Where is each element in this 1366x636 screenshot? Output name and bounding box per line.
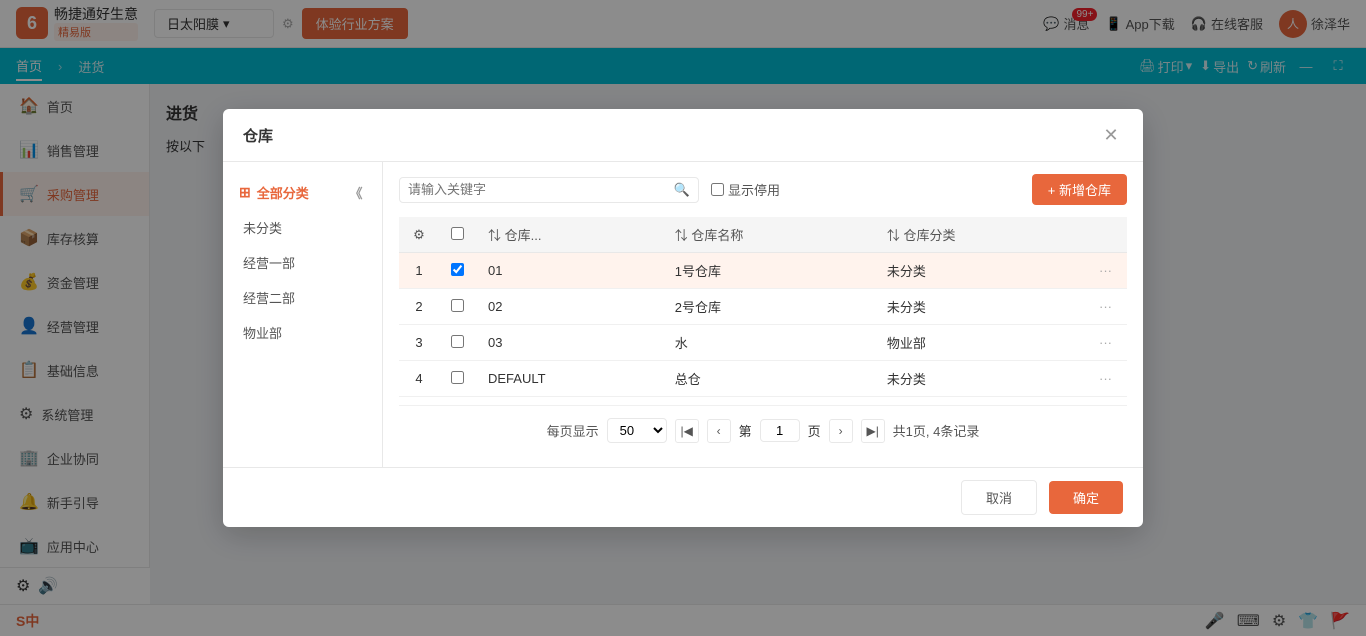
all-categories-label: 全部分类 <box>257 183 309 202</box>
row-category: 未分类 <box>875 289 1087 325</box>
table-row[interactable]: 2 02 2号仓库 未分类 ··· <box>399 289 1127 325</box>
prev-page-btn[interactable]: ‹ <box>707 419 731 443</box>
row-name: 2号仓库 <box>663 289 875 325</box>
row-category: 物业部 <box>875 325 1087 361</box>
col-actions <box>1087 217 1127 253</box>
row-checkbox[interactable] <box>439 289 476 325</box>
row-num: 3 <box>399 325 439 361</box>
sort-icon: ⇅ <box>675 228 688 243</box>
row-checkbox[interactable] <box>439 361 476 397</box>
row-code: 03 <box>476 325 663 361</box>
modal-sidebar-item-2[interactable]: 经营二部 <box>223 280 382 315</box>
last-page-btn[interactable]: ▶| <box>861 419 885 443</box>
row-name: 1号仓库 <box>663 253 875 289</box>
show-disabled-checkbox[interactable] <box>711 183 724 196</box>
select-all-checkbox[interactable] <box>451 227 464 240</box>
search-wrapper: 🔍 <box>399 177 699 203</box>
sort-icon: ⇅ <box>887 228 900 243</box>
modal-sidebar-item-1[interactable]: 经营一部 <box>223 245 382 280</box>
modal-sidebar-item-0[interactable]: 未分类 <box>223 210 382 245</box>
modal-pagination: 每页显示 50 20 100 |◀ ‹ 第 页 › ▶| 共1页, 4条记录 <box>399 405 1127 455</box>
row-actions[interactable]: ··· <box>1087 289 1127 325</box>
warehouse-modal: 仓库 ✕ ⊞ 全部分类 《 未分类经营一部经营二部物业部 🔍 <box>223 109 1143 527</box>
table-row[interactable]: 1 01 1号仓库 未分类 ··· <box>399 253 1127 289</box>
table-row[interactable]: 4 DEFAULT 总仓 未分类 ··· <box>399 361 1127 397</box>
more-actions-btn[interactable]: ··· <box>1099 371 1112 386</box>
sort-icon: ⇅ <box>488 228 501 243</box>
modal-main-area: 🔍 显示停用 + 新增仓库 ⚙ <box>383 162 1143 467</box>
warehouse-table: ⚙ ⇅ 仓库... ⇅ <box>399 217 1127 397</box>
row-checkbox[interactable] <box>439 325 476 361</box>
row-actions[interactable]: ··· <box>1087 361 1127 397</box>
row-category: 未分类 <box>875 361 1087 397</box>
warehouse-table-body: 1 01 1号仓库 未分类 ··· 2 02 2号仓库 未分类 ··· 3 03… <box>399 253 1127 397</box>
more-actions-btn[interactable]: ··· <box>1099 335 1112 350</box>
row-num: 1 <box>399 253 439 289</box>
table-container: ⚙ ⇅ 仓库... ⇅ <box>399 217 1127 397</box>
modal-sidebar-item-3[interactable]: 物业部 <box>223 315 382 350</box>
row-code: 01 <box>476 253 663 289</box>
modal-title: 仓库 <box>243 125 273 146</box>
modal-footer: 取消 确定 <box>223 467 1143 527</box>
col-code: ⇅ 仓库... <box>476 217 663 253</box>
row-num: 2 <box>399 289 439 325</box>
modal-sidebar-items: 未分类经营一部经营二部物业部 <box>223 210 382 350</box>
modal-body: ⊞ 全部分类 《 未分类经营一部经营二部物业部 🔍 显示停用 <box>223 162 1143 467</box>
search-icon: 🔍 <box>674 182 690 198</box>
first-page-btn[interactable]: |◀ <box>675 419 699 443</box>
col-settings: ⚙ <box>399 217 439 253</box>
modal-overlay: 仓库 ✕ ⊞ 全部分类 《 未分类经营一部经营二部物业部 🔍 <box>0 0 1366 636</box>
confirm-btn[interactable]: 确定 <box>1049 481 1123 514</box>
row-num: 4 <box>399 361 439 397</box>
row-checkbox[interactable] <box>439 253 476 289</box>
more-actions-btn[interactable]: ··· <box>1099 263 1112 278</box>
show-disabled-label[interactable]: 显示停用 <box>711 180 780 199</box>
gear-icon: ⚙ <box>413 227 425 242</box>
modal-header: 仓库 ✕ <box>223 109 1143 162</box>
page-info: 共1页, 4条记录 <box>893 421 980 440</box>
modal-toolbar: 🔍 显示停用 + 新增仓库 <box>399 174 1127 205</box>
cancel-btn[interactable]: 取消 <box>961 480 1037 515</box>
row-code: DEFAULT <box>476 361 663 397</box>
more-actions-btn[interactable]: ··· <box>1099 299 1112 314</box>
page-size-label: 每页显示 <box>547 421 599 440</box>
page-unit: 页 <box>808 421 821 440</box>
row-name: 总仓 <box>663 361 875 397</box>
new-warehouse-btn[interactable]: + 新增仓库 <box>1032 174 1127 205</box>
modal-sidebar: ⊞ 全部分类 《 未分类经营一部经营二部物业部 <box>223 162 383 467</box>
grid-icon: ⊞ <box>239 184 251 201</box>
search-input[interactable] <box>408 182 670 197</box>
table-header: ⚙ ⇅ 仓库... ⇅ <box>399 217 1127 253</box>
page-input[interactable] <box>760 419 800 442</box>
collapse-btn[interactable]: 《 <box>346 182 366 202</box>
modal-sidebar-header[interactable]: ⊞ 全部分类 《 <box>223 174 382 210</box>
row-actions[interactable]: ··· <box>1087 253 1127 289</box>
table-row[interactable]: 3 03 水 物业部 ··· <box>399 325 1127 361</box>
col-checkbox <box>439 217 476 253</box>
row-name: 水 <box>663 325 875 361</box>
row-code: 02 <box>476 289 663 325</box>
col-category: ⇅ 仓库分类 <box>875 217 1087 253</box>
row-category: 未分类 <box>875 253 1087 289</box>
row-actions[interactable]: ··· <box>1087 325 1127 361</box>
col-name: ⇅ 仓库名称 <box>663 217 875 253</box>
page-label: 第 <box>739 421 752 440</box>
page-size-select[interactable]: 50 20 100 <box>607 418 667 443</box>
modal-close-btn[interactable]: ✕ <box>1099 123 1123 147</box>
next-page-btn[interactable]: › <box>829 419 853 443</box>
